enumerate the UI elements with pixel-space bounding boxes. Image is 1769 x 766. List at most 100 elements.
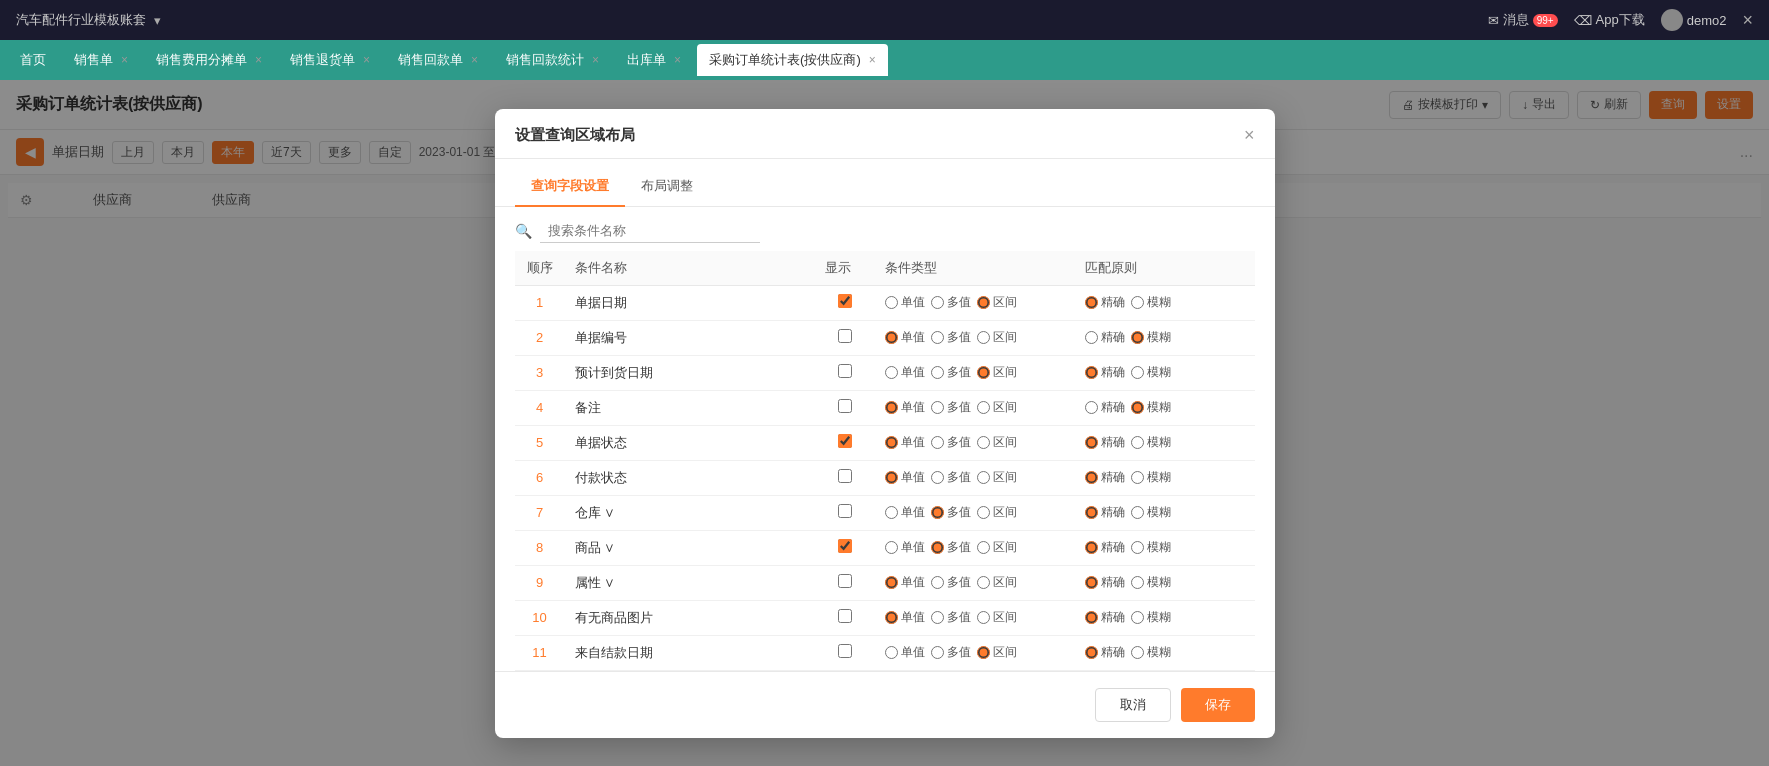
message-item[interactable]: ✉ 消息 99+ [1488, 11, 1558, 29]
type-radio[interactable] [885, 471, 898, 484]
type-radio[interactable] [931, 506, 944, 519]
match-radio[interactable] [1131, 646, 1144, 659]
tab-outbound[interactable]: 出库单 × [615, 44, 693, 76]
cancel-button[interactable]: 取消 [1095, 688, 1171, 722]
tab-sales-close[interactable]: × [121, 53, 128, 67]
type-radio[interactable] [977, 471, 990, 484]
app-download-item[interactable]: ⌫ App下载 [1574, 11, 1645, 29]
cell-name: 有无商品图片 [565, 600, 815, 635]
tab-purchase-stats[interactable]: 采购订单统计表(按供应商) × [697, 44, 888, 76]
match-radio[interactable] [1131, 506, 1144, 519]
conditions-table: 顺序 条件名称 显示 条件类型 匹配原则 1单据日期单值多值区间精确模糊2单据编… [515, 251, 1255, 671]
type-radio[interactable] [931, 576, 944, 589]
modal-close-button[interactable]: × [1244, 125, 1255, 146]
user-item[interactable]: demo2 [1661, 9, 1727, 31]
display-checkbox[interactable] [838, 364, 852, 378]
type-radio[interactable] [931, 471, 944, 484]
type-radio[interactable] [931, 296, 944, 309]
cell-order: 5 [515, 425, 565, 460]
display-checkbox[interactable] [838, 399, 852, 413]
type-radio[interactable] [885, 296, 898, 309]
tab-payment-stats[interactable]: 销售回款统计 × [494, 44, 611, 76]
type-radio[interactable] [885, 436, 898, 449]
type-radio[interactable] [977, 611, 990, 624]
tab-sales[interactable]: 销售单 × [62, 44, 140, 76]
match-radio[interactable] [1085, 541, 1098, 554]
display-checkbox[interactable] [838, 434, 852, 448]
type-radio[interactable] [885, 576, 898, 589]
display-checkbox[interactable] [838, 644, 852, 658]
type-radio[interactable] [977, 541, 990, 554]
match-radio[interactable] [1131, 436, 1144, 449]
type-radio[interactable] [931, 611, 944, 624]
save-button[interactable]: 保存 [1181, 688, 1255, 722]
type-radio[interactable] [977, 366, 990, 379]
match-radio[interactable] [1085, 366, 1098, 379]
match-radio[interactable] [1085, 646, 1098, 659]
cell-type: 单值多值区间 [875, 600, 1075, 635]
type-radio[interactable] [931, 541, 944, 554]
display-checkbox[interactable] [838, 294, 852, 308]
match-radio[interactable] [1131, 611, 1144, 624]
search-input[interactable] [540, 219, 760, 243]
tab-outbound-close[interactable]: × [674, 53, 681, 67]
type-radio[interactable] [885, 331, 898, 344]
display-checkbox[interactable] [838, 329, 852, 343]
tab-cost-split-close[interactable]: × [255, 53, 262, 67]
type-radio[interactable] [885, 646, 898, 659]
table-row: 3预计到货日期单值多值区间精确模糊 [515, 355, 1255, 390]
dropdown-icon[interactable]: ▾ [154, 13, 161, 28]
cell-display [815, 460, 875, 495]
type-radio[interactable] [977, 401, 990, 414]
match-radio[interactable] [1085, 436, 1098, 449]
type-radio[interactable] [977, 646, 990, 659]
match-radio[interactable] [1131, 401, 1144, 414]
display-checkbox[interactable] [838, 574, 852, 588]
type-radio[interactable] [931, 646, 944, 659]
tab-cost-split[interactable]: 销售费用分摊单 × [144, 44, 274, 76]
modal-tab-query-fields[interactable]: 查询字段设置 [515, 171, 625, 207]
type-radio[interactable] [977, 296, 990, 309]
display-checkbox[interactable] [838, 504, 852, 518]
type-radio[interactable] [885, 366, 898, 379]
type-radio[interactable] [931, 331, 944, 344]
modal-tab-layout[interactable]: 布局调整 [625, 171, 709, 207]
type-radio[interactable] [885, 401, 898, 414]
tab-sales-return[interactable]: 销售退货单 × [278, 44, 382, 76]
type-radio[interactable] [885, 541, 898, 554]
match-radio[interactable] [1131, 576, 1144, 589]
match-radio[interactable] [1085, 331, 1098, 344]
match-radio[interactable] [1085, 471, 1098, 484]
match-radio[interactable] [1131, 331, 1144, 344]
top-bar-close-button[interactable]: × [1742, 10, 1753, 31]
match-radio[interactable] [1131, 366, 1144, 379]
type-radio[interactable] [977, 576, 990, 589]
match-radio[interactable] [1085, 401, 1098, 414]
match-radio[interactable] [1085, 576, 1098, 589]
type-radio[interactable] [931, 366, 944, 379]
tab-purchase-stats-close[interactable]: × [869, 53, 876, 67]
type-radio[interactable] [977, 331, 990, 344]
tab-payment-stats-close[interactable]: × [592, 53, 599, 67]
type-radio[interactable] [977, 436, 990, 449]
type-radio[interactable] [885, 506, 898, 519]
match-radio[interactable] [1131, 296, 1144, 309]
type-radio[interactable] [931, 436, 944, 449]
tab-sales-return-close[interactable]: × [363, 53, 370, 67]
match-radio[interactable] [1085, 296, 1098, 309]
match-radio[interactable] [1085, 611, 1098, 624]
tab-home[interactable]: 首页 [8, 44, 58, 76]
match-radio[interactable] [1085, 506, 1098, 519]
display-checkbox[interactable] [838, 609, 852, 623]
tab-payment[interactable]: 销售回款单 × [386, 44, 490, 76]
display-checkbox[interactable] [838, 469, 852, 483]
cell-match: 精确模糊 [1075, 530, 1255, 565]
match-radio[interactable] [1131, 541, 1144, 554]
display-checkbox[interactable] [838, 539, 852, 553]
match-radio[interactable] [1131, 471, 1144, 484]
cell-type: 单值多值区间 [875, 355, 1075, 390]
type-radio[interactable] [977, 506, 990, 519]
type-radio[interactable] [931, 401, 944, 414]
tab-payment-close[interactable]: × [471, 53, 478, 67]
type-radio[interactable] [885, 611, 898, 624]
